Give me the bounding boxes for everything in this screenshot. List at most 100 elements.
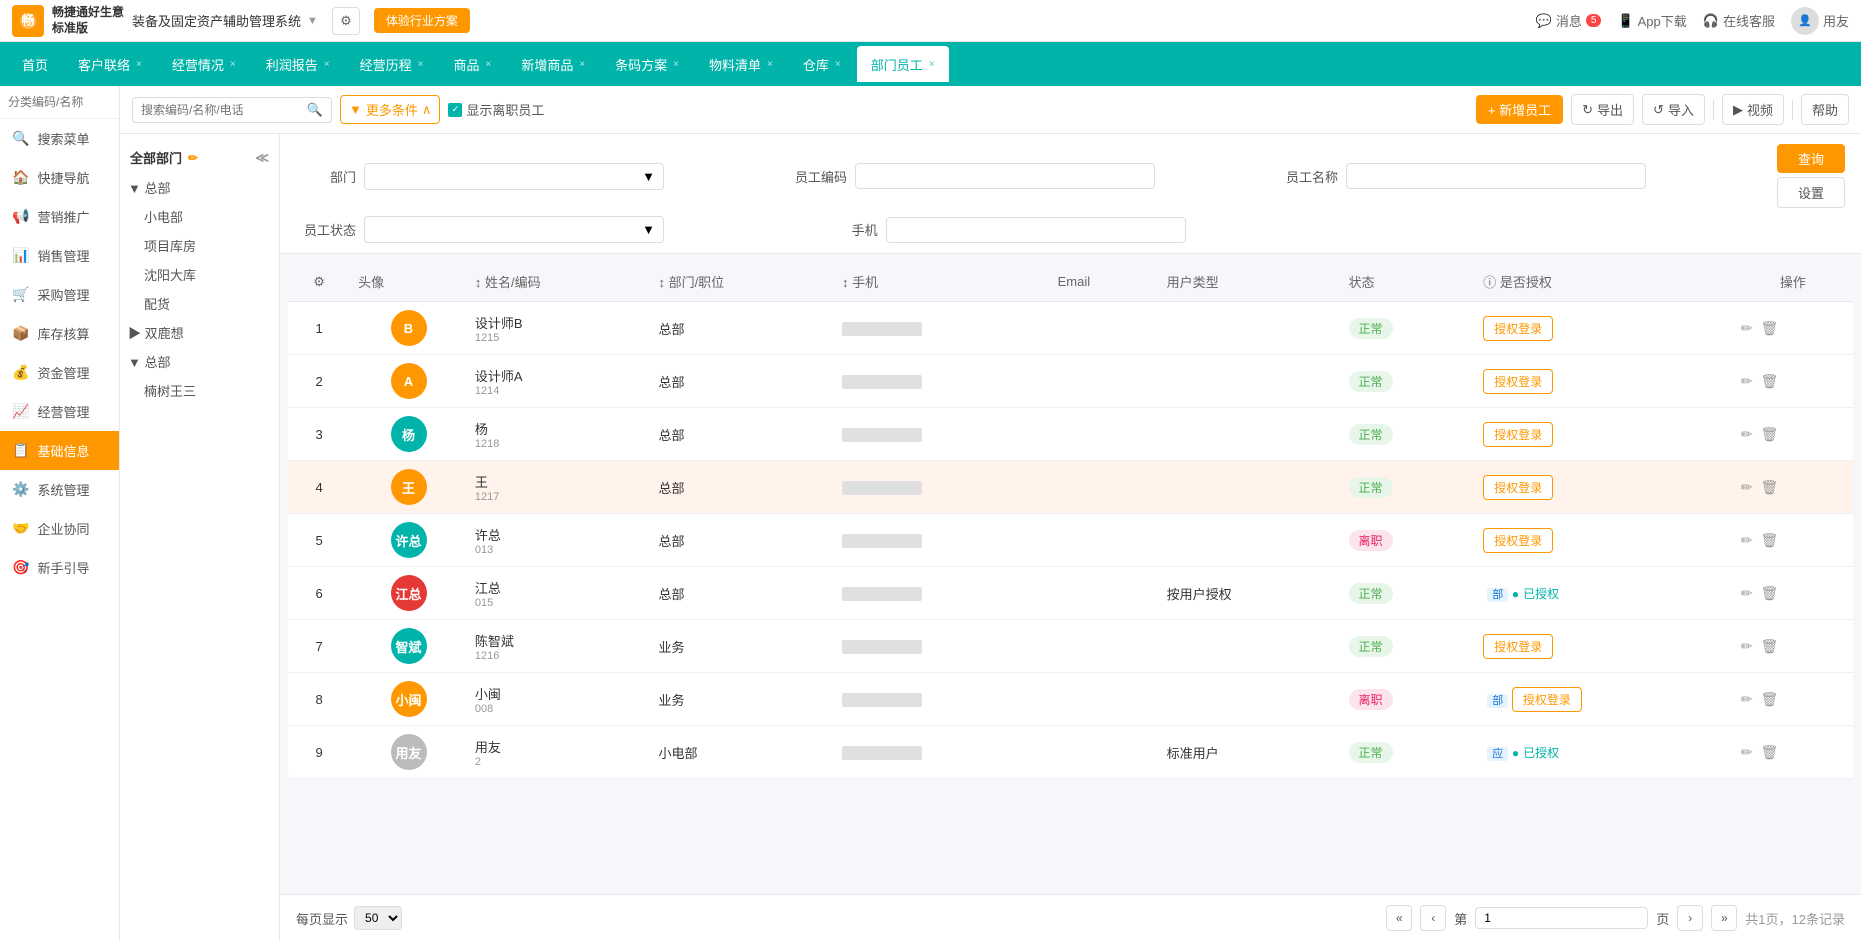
sidebar-search-input[interactable] bbox=[8, 95, 120, 109]
edit-icon[interactable]: ✏ bbox=[1741, 585, 1753, 602]
sidebar-item-经营管理[interactable]: 📈经营管理 bbox=[0, 392, 119, 431]
tab-close-仓库[interactable]: × bbox=[835, 59, 841, 70]
dept-node-小电部[interactable]: 小电部 bbox=[120, 202, 279, 231]
nav-tab-仓库[interactable]: 仓库× bbox=[789, 46, 855, 82]
emp-code-input[interactable] bbox=[855, 163, 1155, 189]
delete-icon[interactable]: 🗑 bbox=[1760, 532, 1778, 549]
query-button[interactable]: 查询 bbox=[1777, 144, 1845, 173]
auth-login-button[interactable]: 授权登录 bbox=[1483, 634, 1553, 659]
dept-node-配货[interactable]: 配货 bbox=[120, 289, 279, 318]
delete-icon[interactable]: 🗑 bbox=[1760, 320, 1778, 337]
sidebar-item-搜索菜单[interactable]: 🔍搜索菜单 bbox=[0, 119, 119, 158]
edit-icon[interactable]: ✏ bbox=[1741, 479, 1753, 496]
th-9[interactable]: 操作 bbox=[1733, 262, 1853, 302]
delete-icon[interactable]: 🗑 bbox=[1760, 691, 1778, 708]
emp-status-select[interactable]: ▼ bbox=[364, 216, 664, 243]
sidebar-item-采购管理[interactable]: 🛒采购管理 bbox=[0, 275, 119, 314]
sidebar-item-资金管理[interactable]: 💰资金管理 bbox=[0, 353, 119, 392]
dept-collapse-icon[interactable]: ≪ bbox=[255, 150, 269, 166]
sidebar-item-库存核算[interactable]: 📦库存核算 bbox=[0, 314, 119, 353]
show-inactive-checkbox[interactable]: ✓ bbox=[448, 103, 462, 117]
prev-page-btn[interactable]: ‹ bbox=[1420, 905, 1446, 931]
sidebar-item-销售管理[interactable]: 📊销售管理 bbox=[0, 236, 119, 275]
sidebar-item-企业协同[interactable]: 🤝企业协同 bbox=[0, 509, 119, 548]
auth-login-button[interactable]: 授权登录 bbox=[1483, 475, 1553, 500]
last-page-btn[interactable]: » bbox=[1711, 905, 1737, 931]
emp-name-input[interactable] bbox=[1346, 163, 1646, 189]
tab-close-条码方案[interactable]: × bbox=[673, 59, 679, 70]
tab-close-新增商品[interactable]: × bbox=[579, 59, 585, 70]
edit-icon[interactable]: ✏ bbox=[1741, 691, 1753, 708]
view-button[interactable]: ▶ 视频 bbox=[1722, 94, 1784, 125]
nav-tab-部门员工[interactable]: 部门员工× bbox=[857, 46, 949, 82]
emp-search-input[interactable] bbox=[141, 103, 303, 117]
all-dept-label[interactable]: 全部部门 bbox=[130, 148, 182, 167]
tab-close-部门员工[interactable]: × bbox=[929, 59, 935, 70]
delete-icon[interactable]: 🗑 bbox=[1760, 373, 1778, 390]
nav-tab-新增商品[interactable]: 新增商品× bbox=[507, 46, 599, 82]
nav-tab-商品[interactable]: 商品× bbox=[439, 46, 505, 82]
nav-tab-利润报告[interactable]: 利润报告× bbox=[252, 46, 344, 82]
nav-tab-条码方案[interactable]: 条码方案× bbox=[601, 46, 693, 82]
dept-select[interactable]: ▼ bbox=[364, 163, 664, 190]
per-page-select[interactable]: 50 bbox=[354, 906, 402, 930]
sidebar-item-新手引导[interactable]: 🎯新手引导 bbox=[0, 548, 119, 587]
tab-close-客户联络[interactable]: × bbox=[136, 59, 142, 70]
online-service-item[interactable]: 🎧 在线客服 bbox=[1703, 11, 1775, 30]
next-page-btn[interactable]: › bbox=[1677, 905, 1703, 931]
delete-icon[interactable]: 🗑 bbox=[1760, 638, 1778, 655]
nav-tab-物料清单[interactable]: 物料清单× bbox=[695, 46, 787, 82]
edit-icon[interactable]: ✏ bbox=[1741, 320, 1753, 337]
emp-search-wrap[interactable]: 🔍 bbox=[132, 97, 332, 123]
nav-tab-首页[interactable]: 首页 bbox=[8, 46, 62, 82]
tab-close-经营历程[interactable]: × bbox=[418, 59, 424, 70]
th-0[interactable]: ⚙ bbox=[288, 262, 350, 302]
show-inactive-toggle[interactable]: ✓ 显示离职员工 bbox=[448, 100, 544, 119]
user-item[interactable]: 👤 用友 bbox=[1791, 7, 1849, 35]
dept-node-双鹿想[interactable]: ▶ 双鹿想 bbox=[120, 318, 279, 347]
edit-icon[interactable]: ✏ bbox=[1741, 532, 1753, 549]
sidebar-item-快捷导航[interactable]: 🏠快捷导航 bbox=[0, 158, 119, 197]
edit-icon[interactable]: ✏ bbox=[1741, 744, 1753, 761]
edit-icon[interactable]: ✏ bbox=[1741, 638, 1753, 655]
nav-tab-经营情况[interactable]: 经营情况× bbox=[158, 46, 250, 82]
delete-icon[interactable]: 🗑 bbox=[1760, 426, 1778, 443]
message-item[interactable]: 💬 消息 5 bbox=[1536, 11, 1602, 30]
export-button[interactable]: ↻ 导出 bbox=[1571, 94, 1634, 125]
edit-icon[interactable]: ✏ bbox=[1741, 373, 1753, 390]
import-button[interactable]: ↺ 导入 bbox=[1642, 94, 1705, 125]
phone-input[interactable] bbox=[886, 217, 1186, 243]
auth-login-button[interactable]: 授权登录 bbox=[1483, 316, 1553, 341]
dept-node-沈阳大库[interactable]: 沈阳大库 bbox=[120, 260, 279, 289]
dept-node-总部[interactable]: ▼ 总部 bbox=[120, 347, 279, 376]
dept-node-楠树王三[interactable]: 楠树王三 bbox=[120, 376, 279, 405]
dept-edit-icon[interactable]: ✏ bbox=[188, 151, 198, 165]
tab-close-利润报告[interactable]: × bbox=[324, 59, 330, 70]
tab-close-经营情况[interactable]: × bbox=[230, 59, 236, 70]
trial-button[interactable]: 体验行业方案 bbox=[374, 8, 470, 33]
auth-login-button[interactable]: 授权登录 bbox=[1483, 369, 1553, 394]
gear-button[interactable]: ⚙ bbox=[332, 7, 360, 35]
delete-icon[interactable]: 🗑 bbox=[1760, 585, 1778, 602]
help-button[interactable]: 帮助 bbox=[1801, 94, 1849, 125]
delete-icon[interactable]: 🗑 bbox=[1760, 479, 1778, 496]
app-download-item[interactable]: 📱 App下载 bbox=[1617, 11, 1686, 30]
sidebar-search[interactable]: 🔍 bbox=[0, 86, 119, 119]
nav-tab-客户联络[interactable]: 客户联络× bbox=[64, 46, 156, 82]
set-button[interactable]: 设置 bbox=[1777, 177, 1845, 208]
sidebar-item-基础信息[interactable]: 📋基础信息 bbox=[0, 431, 119, 470]
edit-icon[interactable]: ✏ bbox=[1741, 426, 1753, 443]
auth-login-button[interactable]: 授权登录 bbox=[1483, 422, 1553, 447]
add-employee-button[interactable]: + 新增员工 bbox=[1476, 95, 1563, 124]
dept-node-总部[interactable]: ▼ 总部 bbox=[120, 173, 279, 202]
nav-tab-经营历程[interactable]: 经营历程× bbox=[346, 46, 438, 82]
dept-node-项目库房[interactable]: 项目库房 bbox=[120, 231, 279, 260]
sidebar-item-系统管理[interactable]: ⚙️系统管理 bbox=[0, 470, 119, 509]
current-page-input[interactable] bbox=[1475, 907, 1648, 929]
delete-icon[interactable]: 🗑 bbox=[1760, 744, 1778, 761]
auth-login-button[interactable]: 授权登录 bbox=[1483, 528, 1553, 553]
tab-close-物料清单[interactable]: × bbox=[767, 59, 773, 70]
more-filter-button[interactable]: ▼ 更多条件 ∧ bbox=[340, 95, 440, 124]
sidebar-item-营销推广[interactable]: 📢营销推广 bbox=[0, 197, 119, 236]
first-page-btn[interactable]: « bbox=[1386, 905, 1412, 931]
